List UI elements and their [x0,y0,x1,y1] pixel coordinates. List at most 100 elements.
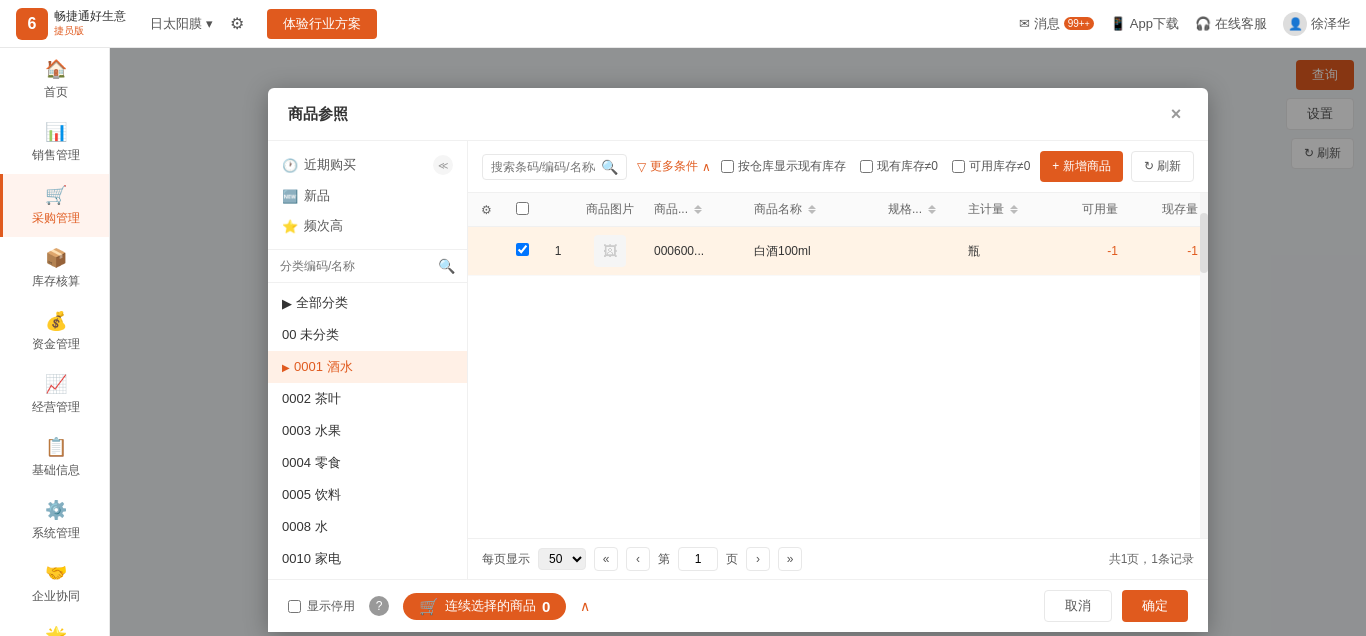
prev-page-button[interactable]: ‹ [626,547,650,571]
first-page-button[interactable]: « [594,547,618,571]
row-stock: -1 [1128,227,1208,276]
col-avail[interactable]: 可用量 [1038,193,1128,227]
checkbox-warehouse-item[interactable]: 按仓库显示现有库存 [721,158,846,175]
category-panel: 🕐 近期购买 ≪ 🆕 新品 ⭐ 频次高 [268,141,468,579]
modal-overlay: 商品参照 × 🕐 近期购买 ≪ � [110,48,1366,636]
sidebar-item-basic-info[interactable]: 📋 基础信息 [0,426,109,489]
sidebar-item-sales[interactable]: 📊 销售管理 [0,111,109,174]
checkbox-stock-ne-item[interactable]: 现有库存≠0 [860,158,938,175]
message-label: 消息 [1034,15,1060,33]
checkbox-avail-ne-label: 可用库存≠0 [969,158,1030,175]
sidebar-item-guide[interactable]: 🌟 新手引导 [0,615,109,636]
sidebar-item-label: 库存核算 [32,273,80,290]
refresh-button[interactable]: ↻ 刷新 [1131,151,1194,182]
footer-collapse-icon[interactable]: ∧ [580,598,590,614]
new-product-tab[interactable]: 🆕 新品 [268,181,467,211]
col-unit[interactable]: 主计量 [958,193,1038,227]
sidebar-item-operations[interactable]: 📈 经营管理 [0,363,109,426]
row-select-checkbox[interactable] [516,243,529,256]
product-table: ⚙ 商品图片 [468,193,1208,276]
experience-button[interactable]: 体验行业方案 [267,9,377,39]
category-item-0002[interactable]: 0002 茶叶 [268,383,467,415]
product-search-input[interactable] [491,160,595,174]
filter-button[interactable]: ▽ 更多条件 ∧ [637,158,711,175]
category-item-0005[interactable]: 0005 饮料 [268,479,467,511]
add-product-button[interactable]: + 新增商品 [1040,151,1122,182]
sidebar-item-label: 首页 [44,84,68,101]
operations-icon: 📈 [45,373,67,395]
per-page-select[interactable]: 50 [538,548,586,570]
table-row[interactable]: 1 🖼 000600... [468,227,1208,276]
sidebar-item-purchase[interactable]: 🛒 采购管理 [0,174,109,237]
unit-sort-icon [1010,205,1018,214]
category-item-00[interactable]: 00 未分类 [268,319,467,351]
sidebar-item-home[interactable]: 🏠 首页 [0,48,109,111]
filter-icon: ▽ [637,160,646,174]
dialog-body: 🕐 近期购买 ≪ 🆕 新品 ⭐ 频次高 [268,141,1208,579]
category-label: 00 未分类 [282,326,339,344]
col-setting[interactable]: ⚙ [468,193,504,227]
message-icon: ✉ [1019,16,1030,31]
frequent-tab[interactable]: ⭐ 频次高 [268,211,467,241]
row-checkbox[interactable] [504,227,540,276]
category-item-0004[interactable]: 0004 零食 [268,447,467,479]
sidebar-item-system[interactable]: ⚙️ 系统管理 [0,489,109,552]
category-search-input[interactable] [280,259,432,273]
category-search-icon[interactable]: 🔍 [438,258,455,274]
last-page-button[interactable]: » [778,547,802,571]
main-layout: 🏠 首页 📊 销售管理 🛒 采购管理 📦 库存核算 💰 资金管理 📈 经营管理 … [0,48,1366,636]
scrollbar-track[interactable] [1200,193,1208,538]
content-area: 查询 设置 ↻ 刷新 商品参照 × [110,48,1366,636]
sidebar-item-enterprise[interactable]: 🤝 企业协同 [0,552,109,615]
checkbox-stock-ne[interactable] [860,160,873,173]
row-setting [468,227,504,276]
cancel-button[interactable]: 取消 [1044,590,1112,622]
checkbox-avail-ne-item[interactable]: 可用库存≠0 [952,158,1030,175]
sidebar-item-label: 经营管理 [32,399,80,416]
next-page-button[interactable]: › [746,547,770,571]
user-item[interactable]: 👤 徐泽华 [1283,12,1350,36]
scrollbar-thumb[interactable] [1200,213,1208,273]
category-item-0008[interactable]: 0008 水 [268,511,467,543]
col-name[interactable]: 商品名称 [744,193,878,227]
settings-icon[interactable]: ⚙ [227,14,247,34]
frequent-label: 频次高 [304,217,343,235]
show-disabled-checkbox-item[interactable]: 显示停用 [288,598,355,615]
avatar: 👤 [1283,12,1307,36]
system-icon: ⚙️ [45,499,67,521]
category-item-0001[interactable]: ▶ 0001 酒水 [268,351,467,383]
recent-buy-tab[interactable]: 🕐 近期购买 ≪ [268,149,467,181]
checkbox-avail-ne[interactable] [952,160,965,173]
all-categories-item[interactable]: ▶ 全部分类 [268,287,467,319]
select-all-checkbox[interactable] [516,202,529,215]
online-service-item[interactable]: 🎧 在线客服 [1195,15,1267,33]
page-label: 第 [658,551,670,568]
sidebar-item-label: 采购管理 [32,210,80,227]
category-active-arrow-icon: ▶ [282,362,290,373]
show-disabled-checkbox[interactable] [288,600,301,613]
product-search-icon[interactable]: 🔍 [601,159,618,175]
cart-count: 0 [542,598,550,615]
category-item-0010[interactable]: 0010 家电 [268,543,467,575]
message-item[interactable]: ✉ 消息 99++ [1019,15,1094,33]
category-item-0003[interactable]: 0003 水果 [268,415,467,447]
help-icon[interactable]: ? [369,596,389,616]
sidebar-item-finance[interactable]: 💰 资金管理 [0,300,109,363]
checkbox-warehouse[interactable] [721,160,734,173]
col-spec[interactable]: 规格... [878,193,958,227]
cart-button[interactable]: 🛒 连续选择的商品 0 [403,593,566,620]
navbar: 6 畅捷通好生意 捷员版 日太阳膜 ▾ ⚙ 体验行业方案 ✉ 消息 99++ 📱… [0,0,1366,48]
store-dropdown[interactable]: 日太阳膜 ▾ [136,0,227,48]
app-download-item[interactable]: 📱 App下载 [1110,15,1179,33]
category-list: ▶ 全部分类 00 未分类 ▶ 0001 酒水 0002 茶 [268,283,467,579]
per-page-label: 每页显示 [482,551,530,568]
spec-sort-icon [928,205,936,214]
new-product-icon: 🆕 [282,189,298,204]
product-search-box: 🔍 [482,154,627,180]
page-input[interactable] [678,547,718,571]
dialog-close-button[interactable]: × [1164,102,1188,126]
confirm-button[interactable]: 确定 [1122,590,1188,622]
col-code[interactable]: 商品... [644,193,744,227]
sidebar-item-inventory[interactable]: 📦 库存核算 [0,237,109,300]
collapse-button[interactable]: ≪ [433,155,453,175]
